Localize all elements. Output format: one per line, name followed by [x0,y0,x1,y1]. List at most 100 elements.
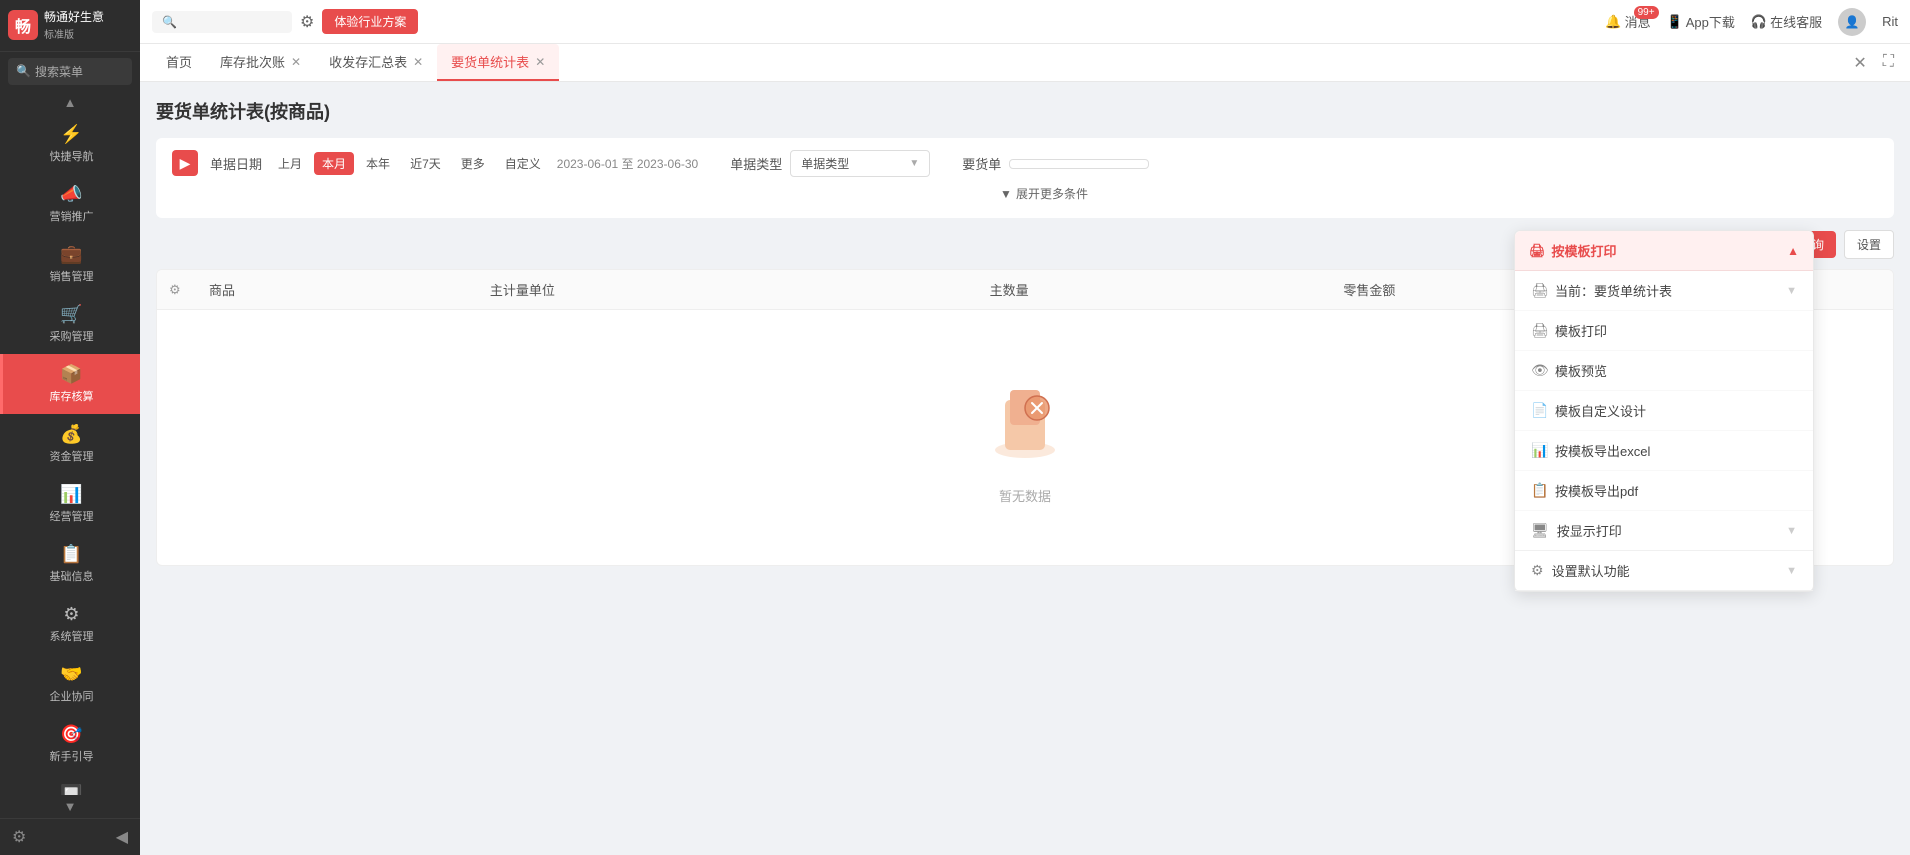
doctype-select-text: 单据类型 [801,155,849,172]
table-col-settings-icon[interactable]: ⚙ [169,282,181,297]
app-download-button[interactable]: 📱 App下载 [1667,12,1735,31]
sidebar-item-operations[interactable]: 📊 经营管理 [0,474,140,534]
date-buttons: 上月 本月 本年 近7天 更多 自定义 [270,152,549,175]
print-current-label: 当前：要货单统计表 [1555,281,1672,300]
tab-home[interactable]: 首页 [152,44,206,81]
sidebar-item-basic[interactable]: 📋 基础信息 [0,534,140,594]
sidebar-item-label-inventory: 库存核算 [50,388,94,404]
date-prev-month-btn[interactable]: 上月 [270,152,310,175]
display-print-left: 🖥 按显示打印 [1531,521,1622,540]
username[interactable]: Rit [1882,14,1898,29]
sidebar-settings-icon[interactable]: ⚙ [12,827,26,847]
main-area: 🔍 ⚙ 体验行业方案 🔔 消息 99+ 📱 App下载 🎧 在线客服 👤 Rit [140,0,1910,855]
tab-inventory-batch-close[interactable]: ✕ [291,55,301,69]
sidebar-item-marketing[interactable]: 📣 营销推广 [0,174,140,234]
online-service-label: 在线客服 [1770,12,1822,31]
template-design-label: 模板自定义设计 [1555,401,1646,420]
app-name: 畅通好生意 [44,10,104,26]
download-icon: 📱 [1667,14,1683,30]
sidebar-item-purchase[interactable]: 🛒 采购管理 [0,294,140,354]
export-pdf-label: 按模板导出pdf [1555,481,1638,500]
sidebar-item-label-purchase: 采购管理 [50,328,94,344]
app-name-group: 畅通好生意 标准版 [44,10,104,41]
sidebar-logo: 畅 畅通好生意 标准版 [0,0,140,52]
date-filter-label: 单据日期 [210,154,262,173]
messages-button[interactable]: 🔔 消息 99+ [1605,12,1650,31]
sales-icon: 💼 [60,244,82,265]
print-dropdown-template-print[interactable]: 🖨 模板打印 [1515,311,1813,351]
sidebar-item-sales[interactable]: 💼 销售管理 [0,234,140,294]
expand-more-icon: ▼ [1000,187,1012,201]
topbar: 🔍 ⚙ 体验行业方案 🔔 消息 99+ 📱 App下载 🎧 在线客服 👤 Rit [140,0,1910,44]
export-excel-label: 按模板导出excel [1555,441,1650,460]
filter-toggle-btn[interactable]: ▶ [172,150,198,176]
sidebar-item-inventory[interactable]: 📦 库存核算 [0,354,140,414]
display-print-label: 按显示打印 [1557,521,1622,540]
print-dropdown-export-excel[interactable]: 📊 按模板导出excel [1515,431,1813,471]
doctype-select[interactable]: 单据类型 ▼ [790,150,930,177]
sidebar-item-apps[interactable]: 🔲 应用中心 [0,774,140,795]
print-dropdown-collapse-icon: ▲ [1787,244,1799,258]
expand-more-btn[interactable]: ▼ 展开更多条件 [210,181,1878,206]
sidebar-search[interactable]: 🔍 搜索菜单 [8,58,132,85]
avatar[interactable]: 👤 [1838,8,1866,36]
print-dropdown-current[interactable]: 🖨 当前：要货单统计表 ▼ [1515,271,1813,311]
topbar-promo-button[interactable]: 体验行业方案 [322,9,418,34]
sidebar-scroll-down[interactable]: ▼ [0,795,140,818]
sidebar-scroll-up[interactable]: ▲ [0,91,140,114]
print-dropdown-display-print[interactable]: 🖥 按显示打印 ▼ [1515,511,1813,551]
tab-close-all-icon[interactable]: ✕ [1849,51,1870,75]
action-bar: 🖨 按模板打印 ▲ ↗ 导出 ↻ 刷新 查询 设置 🖨 按模板打印 [156,230,1894,259]
sidebar-item-finance[interactable]: 💰 资金管理 [0,414,140,474]
online-service-button[interactable]: 🎧 在线客服 [1751,12,1822,31]
tabbar: 首页 库存批次账 ✕ 收发存汇总表 ✕ 要货单统计表 ✕ ✕ ⛶ [140,44,1910,82]
set-default-arrow-icon: ▼ [1786,565,1797,577]
sidebar-item-system[interactable]: ⚙ 系统管理 [0,594,140,654]
topbar-search-icon: 🔍 [162,15,177,29]
export-pdf-icon: 📋 [1531,482,1547,499]
date-7days-btn[interactable]: 近7天 [402,152,449,175]
settings-button[interactable]: 设置 [1844,230,1894,259]
sidebar-item-label-quick-nav: 快捷导航 [50,148,94,164]
date-more-btn[interactable]: 更多 [453,152,493,175]
tab-order-stats[interactable]: 要货单统计表 ✕ [437,44,559,81]
tab-order-stats-close[interactable]: ✕ [535,55,545,69]
print-dropdown-header-icon: 🖨 [1529,243,1546,259]
tab-inventory-batch[interactable]: 库存批次账 ✕ [206,44,315,81]
tab-expand-icon[interactable]: ⛶ [1879,51,1898,75]
display-print-icon: 🖥 [1531,522,1549,539]
table-col-unit: 主计量单位 [478,270,978,310]
tab-receipt-summary-close[interactable]: ✕ [413,55,423,69]
topbar-gear-icon[interactable]: ⚙ [300,12,314,32]
sidebar-item-quick-nav[interactable]: ⚡ 快捷导航 [0,114,140,174]
topbar-search[interactable]: 🔍 [152,11,292,33]
template-print-label: 模板打印 [1555,321,1607,340]
date-custom-btn[interactable]: 自定义 [497,152,549,175]
table-col-quantity: 主数量 [978,270,1332,310]
doctype-filter: 单据类型 单据类型 ▼ [730,150,930,177]
messages-badge: 99+ [1634,6,1659,19]
empty-text: 暂无数据 [999,486,1051,505]
sidebar-item-label-finance: 资金管理 [50,448,94,464]
date-current-month-btn[interactable]: 本月 [314,152,354,175]
print-dropdown-export-pdf[interactable]: 📋 按模板导出pdf [1515,471,1813,511]
print-dropdown-set-default[interactable]: ⚙ 设置默认功能 ▼ [1515,551,1813,591]
sidebar-item-guide[interactable]: 🎯 新手引导 [0,714,140,774]
sidebar-item-enterprise[interactable]: 🤝 企业协同 [0,654,140,714]
print-current-arrow-icon: ▼ [1786,285,1797,297]
topbar-right: 🔔 消息 99+ 📱 App下载 🎧 在线客服 👤 Rit [1605,8,1898,36]
app-version: 标准版 [44,26,104,41]
order-input[interactable] [1009,159,1149,169]
print-dropdown-header[interactable]: 🖨 按模板打印 ▲ [1515,231,1813,271]
sidebar-search-label: 搜索菜单 [35,63,83,80]
print-dropdown-template-design[interactable]: 📄 模板自定义设计 [1515,391,1813,431]
print-dropdown-header-label: 按模板打印 [1552,241,1617,260]
page-title: 要货单统计表(按商品) [156,98,1894,124]
print-current-icon: 🖨 [1531,282,1547,299]
date-year-btn[interactable]: 本年 [358,152,398,175]
doctype-select-arrow-icon: ▼ [909,158,919,169]
sidebar-collapse-icon[interactable]: ◀ [116,827,128,847]
print-dropdown-template-preview[interactable]: 👁 模板预览 [1515,351,1813,391]
app-logo-icon: 畅 [8,10,38,40]
tab-receipt-summary[interactable]: 收发存汇总表 ✕ [315,44,437,81]
